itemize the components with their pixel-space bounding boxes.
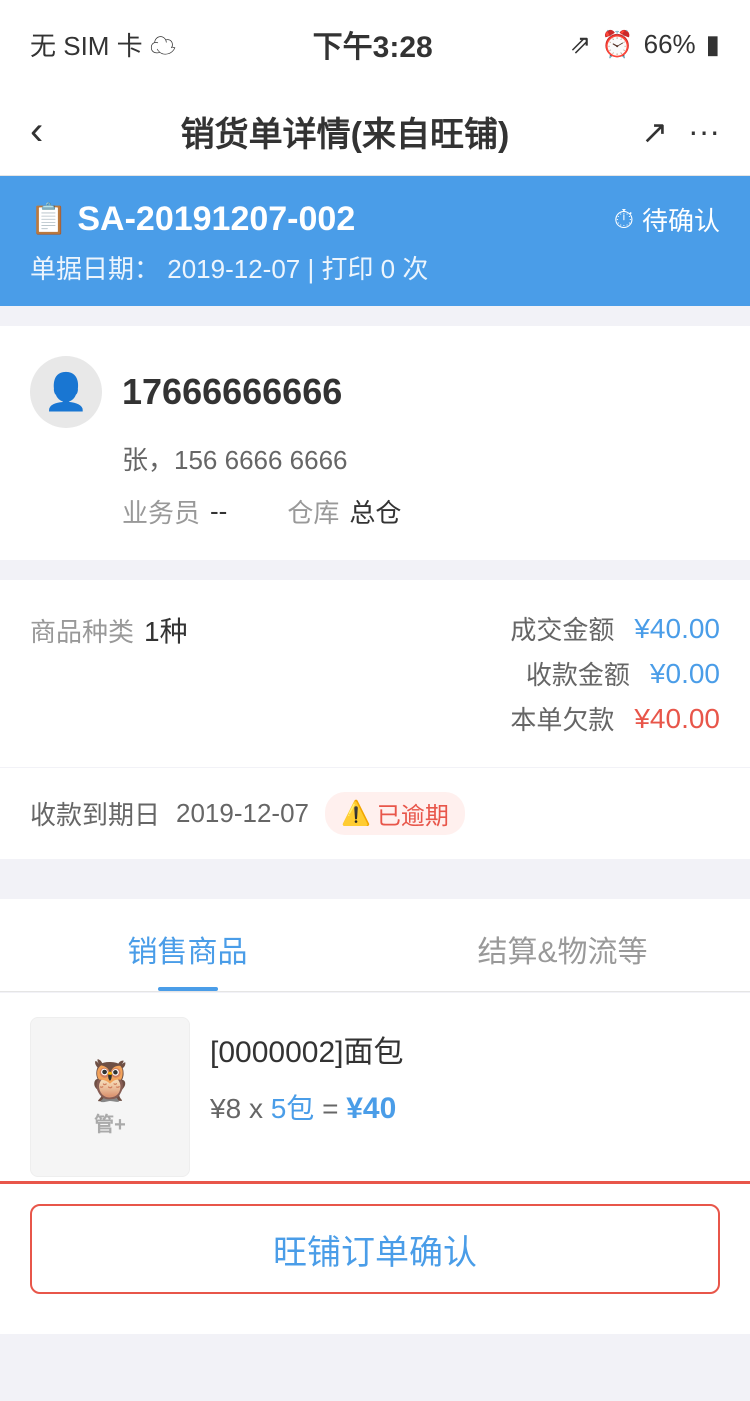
customer-meta: 业务员 -- 仓库 总仓 — [122, 493, 720, 530]
customer-phone: 17666666666 — [122, 371, 342, 413]
back-button[interactable]: ‹ — [30, 109, 90, 154]
order-header: 📋 SA-20191207-002 ⏱ 待确认 单据日期： 2019-12-07… — [0, 176, 750, 306]
avatar: 👤 — [30, 356, 102, 428]
clock-icon: ⏱ — [614, 204, 634, 236]
deal-amount-row: 成交金额 ¥40.00 — [510, 610, 720, 647]
received-value: ¥0.00 — [650, 658, 720, 690]
warning-icon: ⚠️ — [341, 799, 371, 828]
customer-name: 张，156 6666 6666 — [122, 440, 720, 477]
date-label: 单据日期： — [30, 254, 160, 284]
product-section: 🦉 管+ [0000002]面包 ¥8 x 5包 = ¥40 — [0, 993, 750, 1201]
order-header-top: 📋 SA-20191207-002 ⏱ 待确认 — [30, 200, 720, 239]
order-id-text: SA-20191207-002 — [77, 200, 355, 239]
more-button[interactable]: ··· — [688, 113, 720, 150]
owed-amount-row: 本单欠款 ¥40.00 — [510, 700, 720, 737]
tab-settlement[interactable]: 结算&物流等 — [375, 899, 750, 991]
salesperson-label: 业务员 — [122, 493, 200, 530]
status-bar: 无 SIM 卡 ☁ 下午3:28 ⇗ ⏰ 66% ▮ — [0, 0, 750, 88]
order-id: 📋 SA-20191207-002 — [30, 200, 355, 239]
owed-label: 本单欠款 — [510, 700, 614, 737]
navigation-icon: ⇗ — [569, 29, 591, 60]
salesperson-item: 业务员 -- — [122, 493, 227, 530]
customer-section: 👤 17666666666 张，156 6666 6666 业务员 -- 仓库 … — [0, 326, 750, 560]
product-thumbnail: 🦉 管+ — [30, 1017, 190, 1177]
product-item: 🦉 管+ [0000002]面包 ¥8 x 5包 = ¥40 — [30, 1017, 720, 1177]
due-date: 2019-12-07 — [176, 798, 309, 829]
warehouse-item: 仓库 总仓 — [287, 493, 401, 530]
customer-top: 👤 17666666666 — [30, 356, 720, 428]
category-label: 商品种类 — [30, 612, 134, 649]
tabs: 销售商品 结算&物流等 — [0, 899, 750, 992]
deal-value: ¥40.00 — [634, 613, 720, 645]
thumb-inner: 🦉 管+ — [85, 1057, 135, 1137]
tab-sales-label: 销售商品 — [128, 936, 248, 969]
received-label: 收款金额 — [526, 655, 630, 692]
overdue-text: 已逾期 — [377, 796, 449, 831]
price-separator-eq: = — [322, 1093, 346, 1124]
owed-value: ¥40.00 — [634, 703, 720, 735]
owl-icon: 🦉 — [85, 1057, 135, 1104]
order-status: ⏱ 待确认 — [614, 201, 720, 238]
order-date-row: 单据日期： 2019-12-07 | 打印 0 次 — [30, 249, 720, 286]
status-right: ⇗ ⏰ 66% ▮ — [569, 29, 720, 60]
summary-section: 商品种类 1种 成交金额 ¥40.00 收款金额 ¥0.00 本单欠款 ¥40.… — [0, 580, 750, 767]
alarm-icon: ⏰ — [601, 29, 633, 60]
salesperson-value: -- — [210, 496, 227, 527]
confirm-order-button[interactable]: 旺铺订单确认 — [30, 1204, 720, 1294]
bottom-bar: 旺铺订单确认 — [0, 1181, 750, 1334]
print-info: | 打印 0 次 — [307, 254, 428, 284]
battery-text: 66% — [644, 29, 696, 60]
overdue-badge: ⚠️ 已逾期 — [325, 792, 465, 835]
financial-summary: 成交金额 ¥40.00 收款金额 ¥0.00 本单欠款 ¥40.00 — [510, 610, 720, 737]
category-info: 商品种类 1种 — [30, 610, 188, 650]
no-sim-text: 无 SIM 卡 ☁ — [30, 26, 176, 63]
warehouse-value: 总仓 — [349, 493, 401, 530]
order-date-value: 2019-12-07 — [167, 254, 300, 284]
price-separator-x: x — [249, 1093, 271, 1124]
price-qty: 5包 — [271, 1093, 315, 1124]
received-amount-row: 收款金额 ¥0.00 — [526, 655, 720, 692]
product-info: [0000002]面包 ¥8 x 5包 = ¥40 — [210, 1017, 720, 1127]
due-date-section: 收款到期日 2019-12-07 ⚠️ 已逾期 — [0, 768, 750, 859]
product-name: [0000002]面包 — [210, 1027, 720, 1071]
price-unit: ¥8 — [210, 1093, 241, 1124]
battery-icon: ▮ — [706, 29, 720, 60]
status-text: 待确认 — [642, 201, 720, 238]
deal-label: 成交金额 — [510, 610, 614, 647]
nav-bar: ‹ 销货单详情(来自旺铺) ↗ ··· — [0, 88, 750, 176]
price-total: ¥40 — [346, 1092, 396, 1125]
due-label: 收款到期日 — [30, 795, 160, 832]
tab-underline — [158, 987, 218, 991]
confirm-label: 旺铺订单确认 — [273, 1225, 477, 1274]
status-left: 无 SIM 卡 ☁ — [30, 26, 176, 63]
page-title: 销货单详情(来自旺铺) — [90, 107, 600, 156]
product-price-row: ¥8 x 5包 = ¥40 — [210, 1087, 720, 1127]
tab-settlement-label: 结算&物流等 — [477, 936, 647, 969]
order-icon: 📋 — [30, 202, 67, 237]
avatar-icon: 👤 — [44, 371, 89, 413]
status-time: 下午3:28 — [313, 22, 433, 66]
divider-1 — [0, 560, 750, 580]
nav-actions: ↗ ··· — [600, 113, 720, 151]
divider-2 — [0, 859, 750, 879]
tab-sales[interactable]: 销售商品 — [0, 899, 375, 991]
plus-text: 管+ — [94, 1108, 126, 1137]
share-button[interactable]: ↗ — [641, 113, 668, 151]
category-value: 1种 — [144, 610, 188, 650]
warehouse-label: 仓库 — [287, 493, 339, 530]
